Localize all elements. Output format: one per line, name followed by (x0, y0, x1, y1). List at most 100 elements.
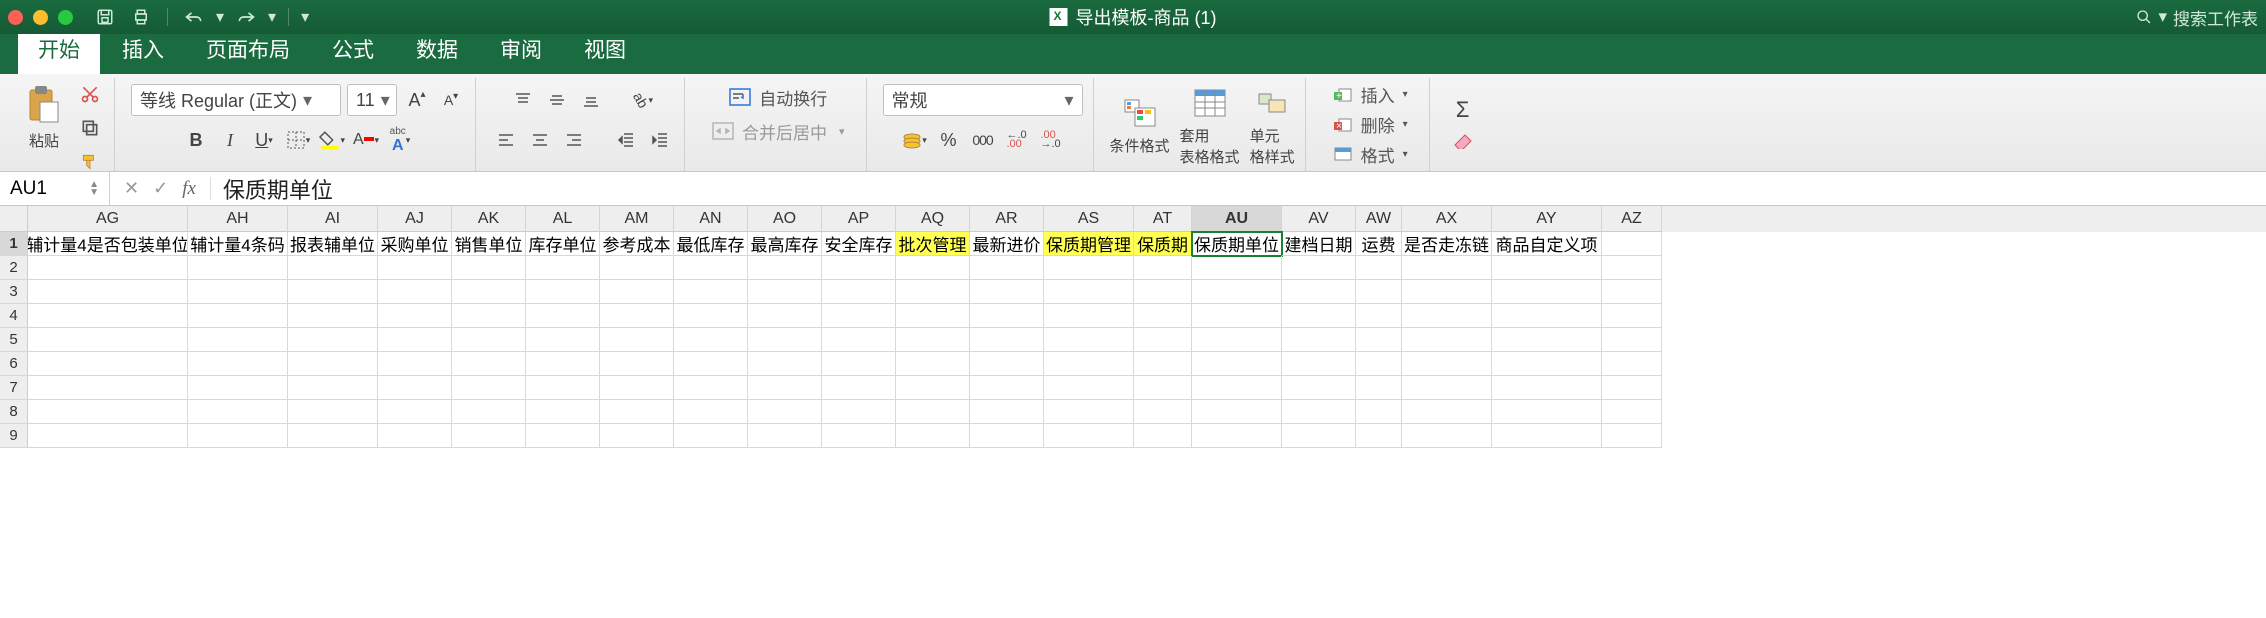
row-header-6[interactable]: 6 (0, 352, 28, 376)
cell-AL4[interactable] (526, 304, 600, 328)
cell-AG4[interactable] (28, 304, 188, 328)
cell-AX8[interactable] (1402, 400, 1492, 424)
cell-AI7[interactable] (288, 376, 378, 400)
cell-AJ9[interactable] (378, 424, 452, 448)
decrease-font-button[interactable]: A▾ (437, 86, 465, 114)
cell-AN7[interactable] (674, 376, 748, 400)
cell-AW6[interactable] (1356, 352, 1402, 376)
cell-AX7[interactable] (1402, 376, 1492, 400)
column-header-AY[interactable]: AY (1492, 206, 1602, 232)
search-sheet[interactable]: ▾ 搜索工作表 (2136, 5, 2258, 30)
cell-AW9[interactable] (1356, 424, 1402, 448)
fill-color-button[interactable]: ▾ (318, 126, 346, 154)
cell-AU2[interactable] (1192, 256, 1282, 280)
cell-AT4[interactable] (1134, 304, 1192, 328)
cell-AZ3[interactable] (1602, 280, 1662, 304)
cell-AN3[interactable] (674, 280, 748, 304)
cell-AJ5[interactable] (378, 328, 452, 352)
cell-AN1[interactable]: 最低库存 (674, 232, 748, 256)
cell-AV6[interactable] (1282, 352, 1356, 376)
cell-AK8[interactable] (452, 400, 526, 424)
cell-AS8[interactable] (1044, 400, 1134, 424)
cell-AY6[interactable] (1492, 352, 1602, 376)
cell-AS9[interactable] (1044, 424, 1134, 448)
cell-AG9[interactable] (28, 424, 188, 448)
cell-AJ7[interactable] (378, 376, 452, 400)
cell-AU4[interactable] (1192, 304, 1282, 328)
format-as-table-button[interactable]: 套用 表格格式 (1180, 83, 1240, 167)
name-box[interactable]: AU1 ▲▼ (0, 172, 110, 205)
cell-AP8[interactable] (822, 400, 896, 424)
enter-formula-icon[interactable]: ✓ (153, 178, 168, 199)
cell-AI3[interactable] (288, 280, 378, 304)
cell-AJ3[interactable] (378, 280, 452, 304)
cell-AT3[interactable] (1134, 280, 1192, 304)
cell-AX3[interactable] (1402, 280, 1492, 304)
column-header-AW[interactable]: AW (1356, 206, 1402, 232)
cell-AG1[interactable]: 辅计量4是否包装单位 (28, 232, 188, 256)
cell-AM4[interactable] (600, 304, 674, 328)
column-header-AP[interactable]: AP (822, 206, 896, 232)
cell-AL7[interactable] (526, 376, 600, 400)
cell-AW5[interactable] (1356, 328, 1402, 352)
save-icon[interactable] (91, 5, 119, 29)
maximize-window-button[interactable] (58, 10, 73, 25)
cell-AH9[interactable] (188, 424, 288, 448)
cell-AM1[interactable]: 参考成本 (600, 232, 674, 256)
cell-AU9[interactable] (1192, 424, 1282, 448)
cell-AK3[interactable] (452, 280, 526, 304)
decrease-indent-button[interactable] (612, 126, 640, 154)
cell-AO8[interactable] (748, 400, 822, 424)
cell-AL2[interactable] (526, 256, 600, 280)
align-top-button[interactable] (509, 86, 537, 114)
cell-AI9[interactable] (288, 424, 378, 448)
cell-AX9[interactable] (1402, 424, 1492, 448)
cell-AM8[interactable] (600, 400, 674, 424)
cell-AT2[interactable] (1134, 256, 1192, 280)
cell-AH6[interactable] (188, 352, 288, 376)
column-header-AQ[interactable]: AQ (896, 206, 970, 232)
cell-AG6[interactable] (28, 352, 188, 376)
cell-AQ1[interactable]: 批次管理 (896, 232, 970, 256)
paste-button[interactable] (20, 80, 68, 128)
cell-AM3[interactable] (600, 280, 674, 304)
column-header-AV[interactable]: AV (1282, 206, 1356, 232)
cell-AL9[interactable] (526, 424, 600, 448)
cell-AT5[interactable] (1134, 328, 1192, 352)
cell-AH1[interactable]: 辅计量4条码 (188, 232, 288, 256)
align-left-button[interactable] (492, 126, 520, 154)
cell-AO3[interactable] (748, 280, 822, 304)
delete-cells-button[interactable]: ×删除▾ (1322, 110, 1419, 140)
cell-AK4[interactable] (452, 304, 526, 328)
cell-AX5[interactable] (1402, 328, 1492, 352)
decrease-decimal-button[interactable]: .00→.0 (1037, 126, 1065, 154)
cell-AR6[interactable] (970, 352, 1044, 376)
cell-AY1[interactable]: 商品自定义项 (1492, 232, 1602, 256)
cell-AM7[interactable] (600, 376, 674, 400)
cell-AR8[interactable] (970, 400, 1044, 424)
column-header-AS[interactable]: AS (1044, 206, 1134, 232)
close-window-button[interactable] (8, 10, 23, 25)
cell-AH7[interactable] (188, 376, 288, 400)
cell-AV9[interactable] (1282, 424, 1356, 448)
cell-AS3[interactable] (1044, 280, 1134, 304)
cell-AM5[interactable] (600, 328, 674, 352)
orientation-button[interactable]: ab▾ (629, 86, 657, 114)
cell-AP5[interactable] (822, 328, 896, 352)
align-right-button[interactable] (560, 126, 588, 154)
cell-AL3[interactable] (526, 280, 600, 304)
cell-AZ4[interactable] (1602, 304, 1662, 328)
cell-AX4[interactable] (1402, 304, 1492, 328)
cell-AL1[interactable]: 库存单位 (526, 232, 600, 256)
align-middle-button[interactable] (543, 86, 571, 114)
cell-AJ1[interactable]: 采购单位 (378, 232, 452, 256)
insert-cells-button[interactable]: +插入▾ (1322, 80, 1419, 110)
undo-button[interactable] (180, 5, 208, 29)
cell-AR4[interactable] (970, 304, 1044, 328)
cell-AO7[interactable] (748, 376, 822, 400)
cell-AN2[interactable] (674, 256, 748, 280)
bold-button[interactable]: B (182, 126, 210, 154)
cell-AO5[interactable] (748, 328, 822, 352)
merge-center-button[interactable]: 合并后居中▾ (701, 114, 856, 148)
cell-AM6[interactable] (600, 352, 674, 376)
